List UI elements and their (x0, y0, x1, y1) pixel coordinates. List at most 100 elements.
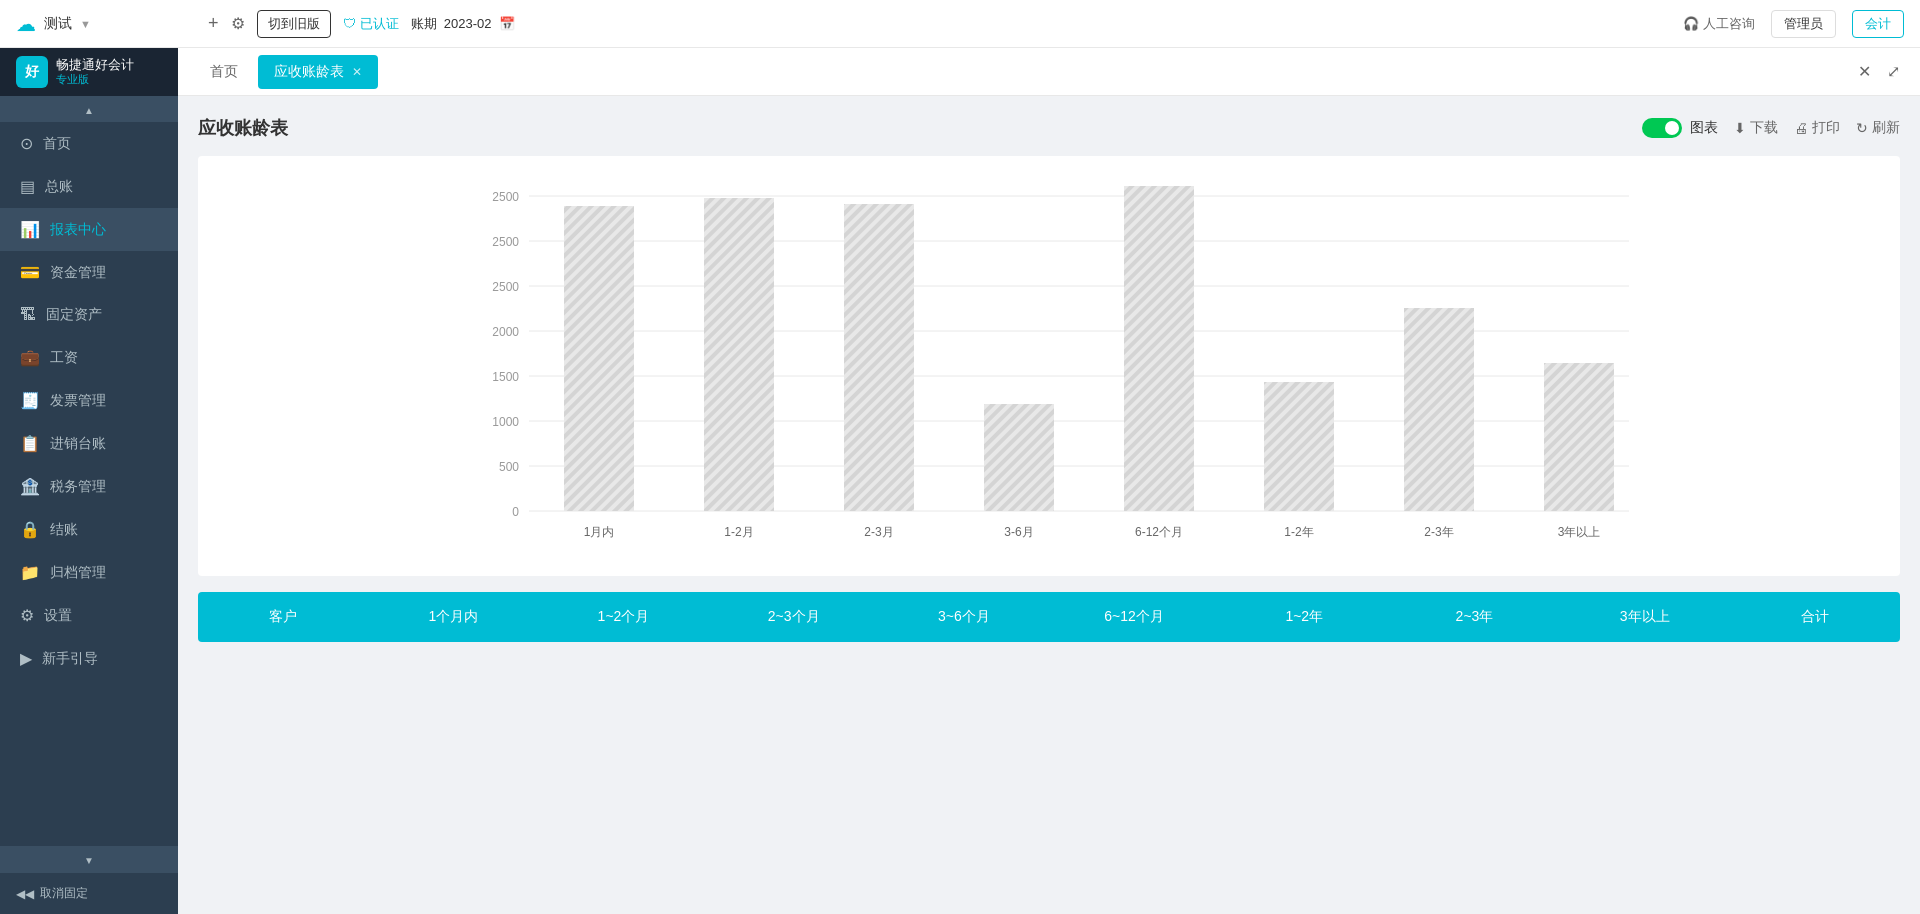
sidebar-item-close[interactable]: 🔒 结账 (0, 508, 178, 551)
sidebar-item-label: 工资 (50, 349, 78, 367)
table-header-6-12m: 6~12个月 (1049, 592, 1219, 642)
tab-expand-button[interactable]: ⤢ (1883, 58, 1904, 85)
cancel-fixed-button[interactable]: ◀◀ 取消固定 (16, 885, 162, 902)
bar-6-12个月 (1124, 186, 1194, 511)
settings-button[interactable]: ⚙ (231, 14, 245, 33)
bar-2-3年 (1404, 308, 1474, 511)
table-header-2-3y: 2~3年 (1389, 592, 1559, 642)
guide-icon: ▶ (20, 649, 32, 668)
company-name: 测试 (44, 15, 72, 33)
headset-icon: 🎧 (1683, 16, 1699, 31)
top-header: ☁ 测试 ▼ + ⚙ 切到旧版 🛡 已认证 账期 2023-02 📅 🎧 人工咨… (0, 0, 1920, 48)
sidebar-item-label: 进销台账 (50, 435, 106, 453)
sidebar-item-label: 首页 (43, 135, 71, 153)
sidebar-item-ledger[interactable]: ▤ 总账 (0, 165, 178, 208)
svg-text:2500: 2500 (492, 280, 519, 294)
table-header-total: 合计 (1730, 592, 1900, 642)
scroll-up-arrow[interactable]: ▲ (0, 96, 178, 122)
bar-2-3月 (844, 204, 914, 511)
logo-icon: 好 (16, 56, 48, 88)
pin-icon: ◀◀ (16, 887, 34, 901)
chart-area: 2500 2500 2500 2000 1500 1000 500 0 (218, 176, 1880, 556)
header-right: 🎧 人工咨询 管理员 会计 (1683, 10, 1904, 38)
sidebar-item-label: 总账 (45, 178, 73, 196)
sidebar-item-label: 报表中心 (50, 221, 106, 239)
svg-text:6-12个月: 6-12个月 (1135, 525, 1183, 539)
logo-text: 畅捷通好会计 (56, 57, 134, 73)
scroll-down-arrow[interactable]: ▼ (0, 846, 178, 872)
calendar-icon[interactable]: 📅 (499, 16, 515, 31)
page-content: 应收账龄表 图表 ⬇ 下载 🖨 打印 ↻ (178, 96, 1920, 914)
sidebar-item-tax[interactable]: 🏦 税务管理 (0, 465, 178, 508)
chevron-down-icon: ▼ (80, 18, 91, 30)
bar-1月内 (564, 206, 634, 511)
add-button[interactable]: + (208, 13, 219, 34)
bar-3年以上 (1544, 363, 1614, 511)
accounting-button[interactable]: 会计 (1852, 10, 1904, 38)
sidebar-item-home[interactable]: ⊙ 首页 (0, 122, 178, 165)
sales-icon: 📋 (20, 434, 40, 453)
sidebar-item-payroll[interactable]: 💼 工资 (0, 336, 178, 379)
tab-home-label: 首页 (210, 63, 238, 79)
download-button[interactable]: ⬇ 下载 (1734, 119, 1778, 137)
tab-ar-aging-label: 应收账龄表 (274, 63, 344, 81)
table-header-1-2m: 1~2个月 (538, 592, 708, 642)
tab-ar-aging[interactable]: 应收账龄表 ✕ (258, 55, 378, 89)
home-icon: ⊙ (20, 134, 33, 153)
sidebar-item-label: 固定资产 (46, 306, 102, 324)
sidebar-item-invoice[interactable]: 🧾 发票管理 (0, 379, 178, 422)
content-area: 首页 应收账龄表 ✕ ✕ ⤢ 应收账龄表 图表 (178, 48, 1920, 914)
print-button[interactable]: 🖨 打印 (1794, 119, 1840, 137)
tab-home[interactable]: 首页 (194, 55, 254, 89)
table-header-2-3m: 2~3个月 (709, 592, 879, 642)
chart-toggle[interactable] (1642, 118, 1682, 138)
sidebar-item-label: 归档管理 (50, 564, 106, 582)
refresh-icon: ↻ (1856, 120, 1868, 136)
svg-text:1-2月: 1-2月 (724, 525, 753, 539)
sidebar-item-sales[interactable]: 📋 进销台账 (0, 422, 178, 465)
company-logo-icon: ☁ (16, 12, 36, 36)
tab-close-icon[interactable]: ✕ (352, 65, 362, 79)
table-header-3y-plus: 3年以上 (1560, 592, 1730, 642)
sidebar-item-archive[interactable]: 📁 归档管理 (0, 551, 178, 594)
switch-old-button[interactable]: 切到旧版 (257, 10, 331, 38)
svg-text:1月内: 1月内 (584, 525, 615, 539)
company-selector[interactable]: ☁ 测试 ▼ (16, 12, 196, 36)
shield-icon: 🛡 (343, 16, 356, 31)
page-header: 应收账龄表 图表 ⬇ 下载 🖨 打印 ↻ (198, 116, 1900, 140)
sidebar-item-funds[interactable]: 💳 资金管理 (0, 251, 178, 294)
tab-bar: 首页 应收账龄表 ✕ ✕ ⤢ (178, 48, 1920, 96)
print-icon: 🖨 (1794, 120, 1808, 136)
sidebar: 好 畅捷通好会计 专业版 ▲ ⊙ 首页 ▤ 总账 📊 报表中心 (0, 48, 178, 914)
payroll-icon: 💼 (20, 348, 40, 367)
svg-text:0: 0 (512, 505, 519, 519)
svg-text:1500: 1500 (492, 370, 519, 384)
svg-text:500: 500 (499, 460, 519, 474)
svg-text:3年以上: 3年以上 (1558, 525, 1601, 539)
tab-close-button[interactable]: ✕ (1854, 58, 1875, 85)
sidebar-item-label: 结账 (50, 521, 78, 539)
sidebar-item-reports[interactable]: 📊 报表中心 (0, 208, 178, 251)
svg-text:2000: 2000 (492, 325, 519, 339)
svg-text:2500: 2500 (492, 190, 519, 204)
table-header-1-2y: 1~2年 (1219, 592, 1389, 642)
refresh-button[interactable]: ↻ 刷新 (1856, 119, 1900, 137)
tax-icon: 🏦 (20, 477, 40, 496)
funds-icon: 💳 (20, 263, 40, 282)
certified-label: 已认证 (360, 15, 399, 33)
admin-button[interactable]: 管理员 (1771, 10, 1836, 38)
sidebar-item-settings[interactable]: ⚙ 设置 (0, 594, 178, 637)
sidebar-scroll: ⊙ 首页 ▤ 总账 📊 报表中心 💳 资金管理 🏗 固定资产 💼 工资 (0, 122, 178, 846)
sidebar-item-guide[interactable]: ▶ 新手引导 (0, 637, 178, 680)
svg-text:3-6月: 3-6月 (1004, 525, 1033, 539)
reports-icon: 📊 (20, 220, 40, 239)
sidebar-item-fixed-assets[interactable]: 🏗 固定资产 (0, 294, 178, 336)
sidebar-item-label: 设置 (44, 607, 72, 625)
sidebar-item-label: 新手引导 (42, 650, 98, 668)
human-consult-button[interactable]: 🎧 人工咨询 (1683, 15, 1755, 33)
tab-right-actions: ✕ ⤢ (1854, 58, 1904, 85)
settings-icon: ⚙ (20, 606, 34, 625)
chart-toggle-label: 图表 (1690, 119, 1718, 137)
main-layout: 好 畅捷通好会计 专业版 ▲ ⊙ 首页 ▤ 总账 📊 报表中心 (0, 48, 1920, 914)
svg-text:2-3年: 2-3年 (1424, 525, 1453, 539)
